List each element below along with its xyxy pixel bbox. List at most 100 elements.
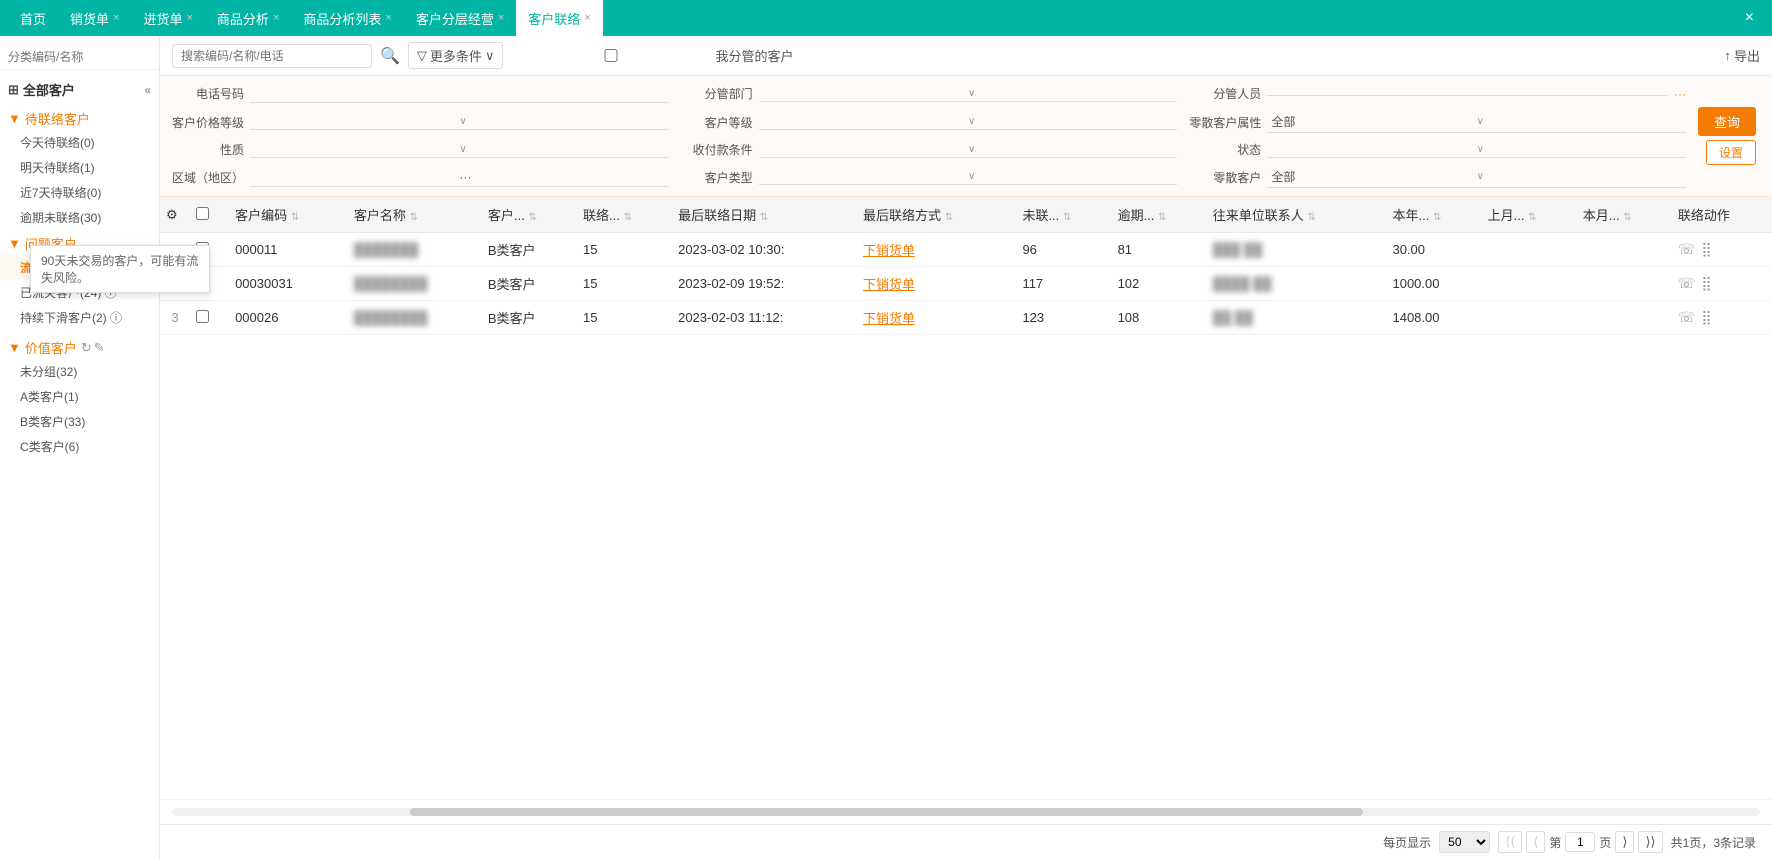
th-code[interactable]: 客户编码 ⇅ (229, 197, 348, 233)
row-name-1: ███████ (348, 233, 482, 267)
search-icon[interactable]: 🔍 (380, 46, 400, 66)
call-icon-2[interactable]: ☏ (1678, 275, 1696, 292)
manager-select[interactable] (1267, 91, 1668, 96)
th-current-year[interactable]: 本年... ⇅ (1386, 197, 1481, 233)
close-purchase-tab[interactable]: × (186, 12, 192, 24)
status-select[interactable]: ∨ (1267, 142, 1686, 158)
price-level-select[interactable]: ∨ (250, 114, 669, 130)
call-icon-3[interactable]: ☏ (1678, 309, 1696, 326)
table-row: 3 000026 ████████ B类客户 15 2023-02-03 11:… (160, 301, 1772, 335)
th-current-month[interactable]: 本月... ⇅ (1577, 197, 1672, 233)
sidebar-item-a-class[interactable]: A类客户(1) (0, 384, 159, 409)
close-customer-tier-tab[interactable]: × (498, 12, 504, 24)
zero-attr-select[interactable]: 全部 ∨ (1267, 111, 1686, 133)
query-button[interactable]: 查询 (1698, 107, 1756, 136)
sidebar-item-c-class[interactable]: C类客户(6) (0, 434, 159, 459)
more-actions-icon-3[interactable]: ⣿ (1701, 309, 1711, 326)
more-conditions-btn[interactable]: ▽ 更多条件 ∨ (408, 42, 504, 69)
next-page-btn[interactable]: ⟩ (1615, 831, 1634, 853)
settings-button[interactable]: 设置 (1706, 140, 1756, 165)
method-link-2[interactable]: 下销货单 (863, 277, 915, 292)
filter-zero-attr: 零散客户属性 全部 ∨ (1189, 111, 1686, 133)
nav-tab-analysis-list[interactable]: 商品分析列表 × (291, 0, 403, 36)
th-type[interactable]: 客户... ⇅ (482, 197, 577, 233)
main-layout: 🔍 ⊞ 全部客户 « ▼ 待联络客户 今天待联络(0) 明天待联络(1) 近7天… (0, 36, 1772, 859)
manager-more-btn[interactable]: ··· (1674, 87, 1686, 101)
close-analysis-list-tab[interactable]: × (385, 12, 391, 24)
all-customers-header[interactable]: ⊞ 全部客户 « (0, 74, 159, 105)
close-sales-tab[interactable]: × (113, 12, 119, 24)
row-method-1: 下销货单 (857, 233, 1016, 267)
th-last-date[interactable]: 最后联络日期 ⇅ (672, 197, 857, 233)
nav-tab-customer-tier[interactable]: 客户分层经营 × (404, 0, 516, 36)
top-navigation: 首页 销货单 × 进货单 × 商品分析 × 商品分析列表 × 客户分层经营 × … (0, 0, 1772, 36)
th-settings[interactable]: ⚙ (160, 197, 190, 233)
last-page-btn[interactable]: ⟩⟩ (1638, 831, 1662, 853)
call-icon-1[interactable]: ☏ (1678, 241, 1696, 258)
row-name-2: ████████ (348, 267, 482, 301)
first-page-btn[interactable]: ⟨⟨ (1498, 831, 1522, 853)
th-name[interactable]: 客户名称 ⇅ (348, 197, 482, 233)
zero-customer-select[interactable]: 全部 ∨ (1267, 166, 1686, 188)
horizontal-scroll-thumb[interactable] (410, 808, 1363, 816)
sort-type-icon: ⇅ (528, 212, 536, 223)
th-contact-person[interactable]: 往来单位联系人 ⇅ (1207, 197, 1387, 233)
th-overdue[interactable]: 逾期... ⇅ (1112, 197, 1207, 233)
filter-customer-type: 客户类型 ∨ (681, 166, 1178, 188)
more-actions-icon-2[interactable]: ⣿ (1701, 275, 1711, 292)
nav-tab-sales[interactable]: 销货单 × (58, 0, 131, 36)
customer-level-select[interactable]: ∨ (759, 114, 1178, 130)
row-checkbox-3[interactable] (190, 301, 229, 335)
method-link-3[interactable]: 下销货单 (863, 311, 915, 326)
row-person-3: ██ ██ (1207, 301, 1387, 335)
sidebar-section-value[interactable]: ▼ 价值客户 ↻ ✎ (0, 334, 159, 359)
sidebar-item-declining[interactable]: 持续下滑客户(2) ⓘ (0, 305, 159, 330)
my-customers-check[interactable] (511, 49, 711, 62)
sidebar-section-pending[interactable]: ▼ 待联络客户 (0, 105, 159, 130)
row-overdue-1: 81 (1112, 233, 1207, 267)
close-analysis-tab[interactable]: × (273, 12, 279, 24)
horizontal-scroll-track[interactable] (172, 808, 1760, 816)
th-last-month[interactable]: 上月... ⇅ (1482, 197, 1577, 233)
more-actions-icon-1[interactable]: ⣿ (1701, 241, 1711, 258)
search-input[interactable] (172, 44, 372, 68)
row-contact-2: 15 (577, 267, 672, 301)
select-all-checkbox[interactable] (196, 207, 209, 220)
row-type-3: B类客户 (482, 301, 577, 335)
sidebar-item-today[interactable]: 今天待联络(0) (0, 130, 159, 155)
nav-tab-analysis[interactable]: 商品分析 × (205, 0, 291, 36)
nav-tab-customer-contact[interactable]: 客户联络 × (516, 0, 602, 36)
department-select[interactable]: ∨ (759, 86, 1178, 102)
prev-page-btn[interactable]: ⟨ (1526, 831, 1545, 853)
nav-tab-purchase[interactable]: 进货单 × (131, 0, 204, 36)
page-number-input[interactable] (1565, 832, 1595, 852)
nav-home[interactable]: 首页 (8, 0, 58, 36)
th-checkbox[interactable] (190, 197, 229, 233)
th-last-method[interactable]: 最后联络方式 ⇅ (857, 197, 1016, 233)
region-more-btn[interactable]: ··· (459, 170, 664, 184)
th-contact[interactable]: 联络... ⇅ (577, 197, 672, 233)
sidebar-item-7days[interactable]: 近7天待联络(0) (0, 180, 159, 205)
customer-type-dropdown-icon: ∨ (968, 171, 1173, 182)
close-customer-contact-tab[interactable]: × (584, 12, 590, 24)
sidebar-search-input[interactable] (8, 50, 160, 64)
sidebar-item-overdue[interactable]: 逾期未联络(30) (0, 205, 159, 230)
close-all-tabs[interactable]: × (1735, 9, 1764, 27)
per-page-select[interactable]: 50 100 200 (1439, 831, 1490, 853)
row-no-contact-2: 117 (1016, 267, 1111, 301)
value-edit-icon[interactable]: ✎ (94, 340, 105, 356)
region-select[interactable]: ··· (250, 168, 669, 187)
method-link-1[interactable]: 下销货单 (863, 243, 915, 258)
sidebar-item-ungroup[interactable]: 未分组(32) (0, 359, 159, 384)
customer-type-select[interactable]: ∨ (759, 169, 1178, 185)
sidebar-item-b-class[interactable]: B类客户(33) (0, 409, 159, 434)
nature-select[interactable]: ∨ (250, 142, 669, 158)
export-btn[interactable]: ↑ 导出 (1724, 46, 1760, 65)
my-customers-checkbox[interactable]: 我分管的客户 (511, 46, 793, 65)
th-no-contact[interactable]: 未联... ⇅ (1016, 197, 1111, 233)
row-lmonth-1 (1482, 233, 1577, 267)
phone-input[interactable] (250, 84, 669, 103)
payment-select[interactable]: ∨ (759, 142, 1178, 158)
value-refresh-icon[interactable]: ↻ (81, 340, 92, 356)
sidebar-item-tomorrow[interactable]: 明天待联络(1) (0, 155, 159, 180)
